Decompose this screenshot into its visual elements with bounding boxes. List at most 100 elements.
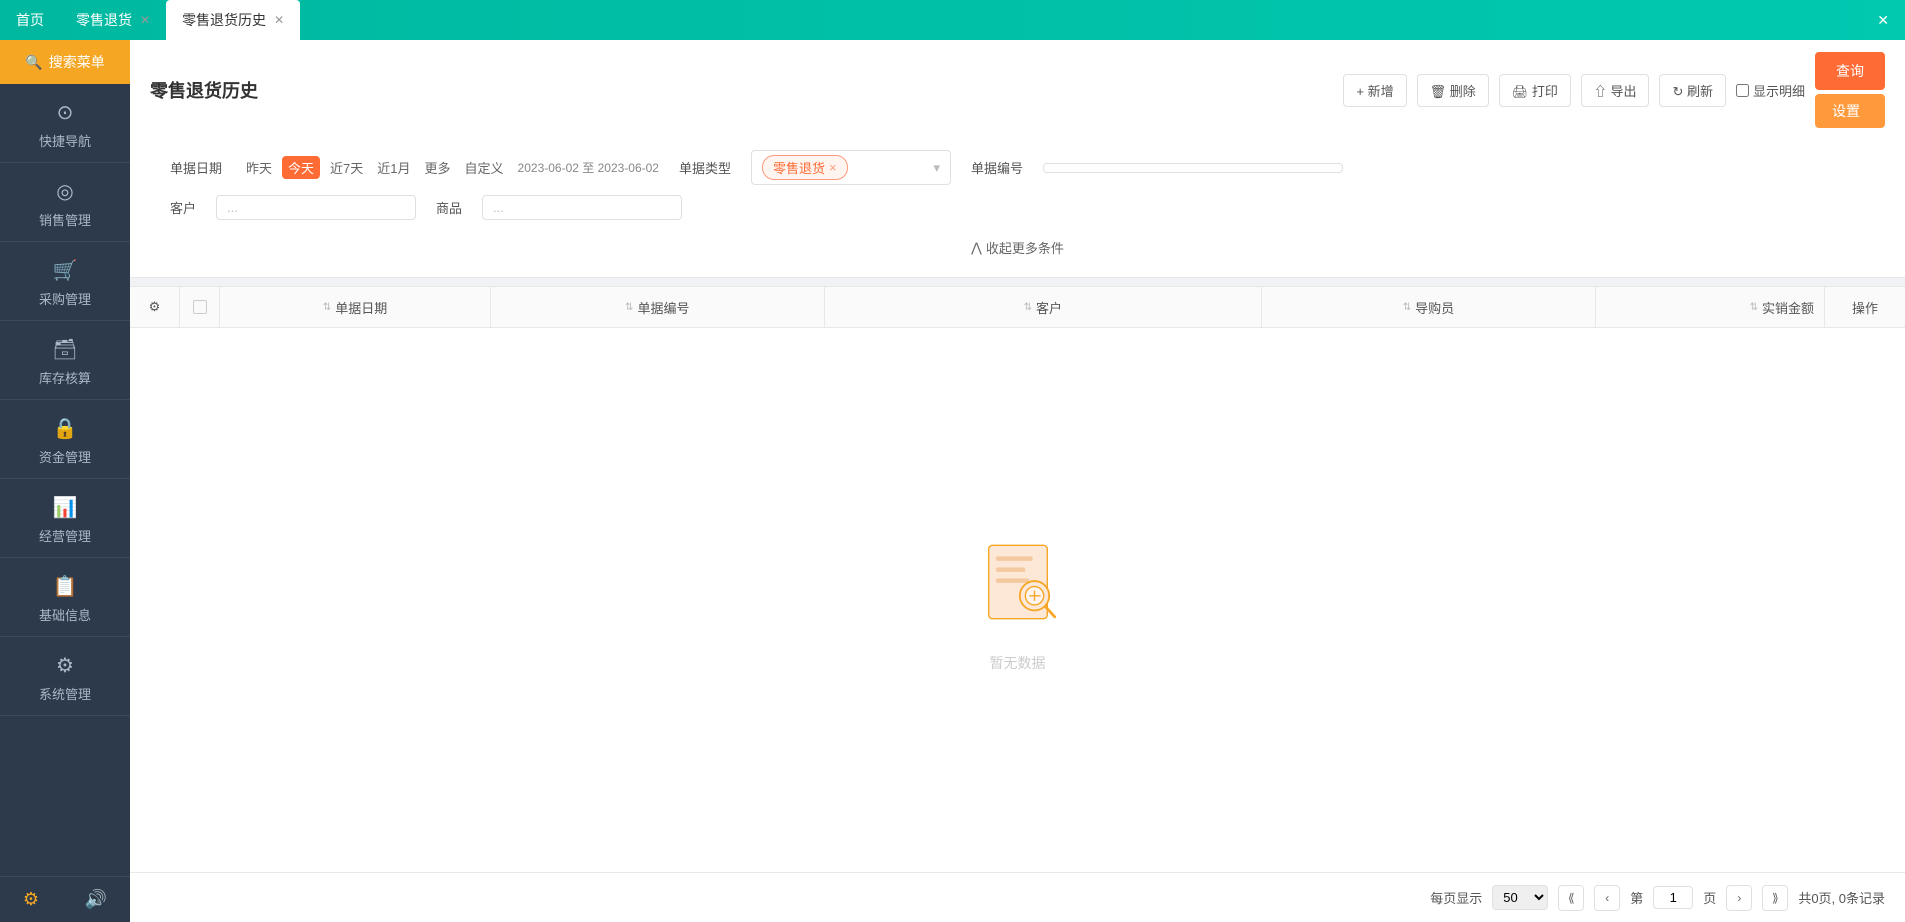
sidebar: 🔍 搜索菜单 ⊙ 快捷导航 ◎ 销售管理 🛒 采购管理 🗃 库存核算 🔒 资金管… — [0, 40, 130, 922]
sort-icon-amount: ⇅ — [1750, 302, 1758, 313]
sidebar-search[interactable]: 🔍 搜索菜单 — [0, 40, 130, 84]
th-doc-no[interactable]: ⇅ 单据编号 — [491, 287, 825, 327]
finance-icon: 🔒 — [53, 416, 78, 441]
header-checkbox[interactable] — [193, 300, 207, 314]
doc-no-input[interactable] — [1043, 163, 1343, 173]
basic-info-icon: 📋 — [53, 574, 78, 599]
sort-icon-guide: ⇅ — [1403, 302, 1411, 313]
sidebar-item-basic-info[interactable]: 📋 基础信息 — [0, 558, 130, 637]
search-icon: 🔍 — [25, 54, 42, 71]
customer-input[interactable]: ... — [216, 195, 416, 220]
main-layout: 🔍 搜索菜单 ⊙ 快捷导航 ◎ 销售管理 🛒 采购管理 🗃 库存核算 🔒 资金管… — [0, 40, 1905, 922]
page-header: 零售退货历史 + 新增 🗑 删除 🖨 打印 ⇧ 导出 ↻ 刷新 显示明细 查询 … — [130, 40, 1905, 278]
next-page-button[interactable]: › — [1726, 885, 1752, 911]
sort-icon-doc-no: ⇅ — [625, 302, 633, 313]
doc-date-label: 单据日期 — [170, 158, 222, 177]
system-icon: ⚙ — [56, 653, 74, 678]
th-doc-date[interactable]: ⇅ 单据日期 — [220, 287, 491, 327]
th-checkbox[interactable] — [180, 287, 220, 327]
collapse-button[interactable]: ⋀ 收起更多条件 — [961, 234, 1074, 261]
display-detail-label[interactable]: 显示明细 — [1736, 81, 1805, 100]
sales-mgmt-icon: ◎ — [56, 179, 73, 204]
content-area: 零售退货历史 + 新增 🗑 删除 🖨 打印 ⇧ 导出 ↻ 刷新 显示明细 查询 … — [130, 40, 1905, 922]
per-page-select[interactable]: 50 10 20 100 — [1492, 885, 1548, 910]
query-button[interactable]: 查询 — [1815, 52, 1885, 90]
export-button[interactable]: ⇧ 导出 — [1581, 74, 1650, 107]
per-page-label: 每页显示 — [1430, 888, 1482, 907]
prev-page-button[interactable]: ‹ — [1594, 885, 1620, 911]
th-settings[interactable]: ⚙ — [130, 287, 180, 327]
date-opt-more[interactable]: 更多 — [421, 156, 455, 179]
goods-label: 商品 — [436, 198, 462, 217]
filter-row-1: 单据日期 昨天 今天 近7天 近1月 更多 自定义 2023-06-02 至 2… — [170, 150, 1865, 185]
tab-retail-return-close[interactable]: ✕ — [140, 13, 150, 27]
tab-retail-return-history-close[interactable]: ✕ — [274, 13, 284, 27]
customer-label: 客户 — [170, 198, 196, 217]
refresh-button[interactable]: ↻ 刷新 — [1659, 74, 1726, 107]
sidebar-item-quick-nav[interactable]: ⊙ 快捷导航 — [0, 84, 130, 163]
doc-type-label: 单据类型 — [679, 158, 731, 177]
tab-retail-return-history[interactable]: 零售退货历史 ✕ — [166, 0, 300, 40]
sidebar-item-system[interactable]: ⚙ 系统管理 — [0, 637, 130, 716]
doc-type-dropdown-icon: ▾ — [933, 160, 940, 176]
th-customer[interactable]: ⇅ 客户 — [825, 287, 1263, 327]
new-button[interactable]: + 新增 — [1343, 74, 1406, 107]
operations-icon: 📊 — [53, 495, 78, 520]
empty-label: 暂无数据 — [990, 653, 1046, 673]
setting-button[interactable]: 设置 — [1815, 94, 1885, 128]
date-opt-1month[interactable]: 近1月 — [373, 156, 414, 179]
settings-column-icon: ⚙ — [149, 299, 161, 315]
last-page-button[interactable]: ⟫ — [1762, 885, 1788, 911]
page-number-input[interactable] — [1653, 886, 1693, 909]
empty-illustration — [963, 527, 1073, 637]
goods-input[interactable]: ... — [482, 195, 682, 220]
sidebar-item-sales-mgmt[interactable]: ◎ 销售管理 — [0, 163, 130, 242]
sidebar-item-inventory[interactable]: 🗃 库存核算 — [0, 321, 130, 400]
tab-retail-return[interactable]: 零售退货 ✕ — [60, 0, 166, 40]
doc-no-label: 单据编号 — [971, 158, 1023, 177]
date-opt-today[interactable]: 今天 — [282, 156, 320, 179]
date-opt-7days[interactable]: 近7天 — [326, 156, 367, 179]
date-opt-yesterday[interactable]: 昨天 — [242, 156, 276, 179]
settings-bottom-icon[interactable]: ⚙ — [23, 889, 39, 910]
first-page-button[interactable]: ⟪ — [1558, 885, 1584, 911]
delete-button[interactable]: 🗑 删除 — [1417, 74, 1489, 107]
sidebar-bottom: ⚙ 🔊 — [0, 876, 130, 922]
top-bar: 首页 零售退货 ✕ 零售退货历史 ✕ ✕ — [0, 0, 1905, 40]
date-opt-custom[interactable]: 自定义 — [461, 156, 508, 179]
th-amount[interactable]: ⇅ 实销金额 — [1596, 287, 1825, 327]
table-header: ⚙ ⇅ 单据日期 ⇅ 单据编号 ⇅ 客户 ⇅ — [130, 286, 1905, 328]
purchase-mgmt-icon: 🛒 — [53, 258, 78, 283]
filter-row-2: 客户 ... 商品 ... — [170, 195, 1865, 220]
top-bar-close[interactable]: ✕ — [1877, 12, 1905, 29]
total-records: 共0页, 0条记录 — [1798, 888, 1885, 907]
sidebar-item-operations[interactable]: 📊 经营管理 — [0, 479, 130, 558]
th-action: 操作 — [1825, 287, 1905, 327]
date-options: 昨天 今天 近7天 近1月 更多 自定义 2023-06-02 至 2023-0… — [242, 156, 659, 179]
sort-icon-left: ⇅ — [323, 302, 331, 313]
page-suffix: 页 — [1703, 888, 1716, 907]
volume-icon[interactable]: 🔊 — [85, 889, 107, 910]
doc-type-tag-close[interactable]: × — [829, 160, 837, 175]
quick-nav-icon: ⊙ — [57, 100, 74, 125]
tab-home[interactable]: 首页 — [0, 0, 60, 40]
empty-state: 暂无数据 — [130, 328, 1905, 872]
sidebar-item-purchase-mgmt[interactable]: 🛒 采购管理 — [0, 242, 130, 321]
sidebar-item-finance[interactable]: 🔒 资金管理 — [0, 400, 130, 479]
query-setting-group: 查询 设置 — [1815, 52, 1885, 128]
collapse-icon: ⋀ — [971, 240, 982, 256]
doc-type-select[interactable]: 零售退货 × ▾ — [751, 150, 951, 185]
table-area: ⚙ ⇅ 单据日期 ⇅ 单据编号 ⇅ 客户 ⇅ — [130, 286, 1905, 872]
page-title: 零售退货历史 — [150, 77, 258, 103]
th-guide[interactable]: ⇅ 导购员 — [1262, 287, 1596, 327]
page-title-row: 零售退货历史 + 新增 🗑 删除 🖨 打印 ⇧ 导出 ↻ 刷新 显示明细 查询 … — [150, 52, 1885, 128]
sort-icon-customer: ⇅ — [1024, 302, 1032, 313]
display-detail-checkbox[interactable] — [1736, 84, 1749, 97]
print-button[interactable]: 🖨 打印 — [1499, 74, 1571, 107]
inventory-icon: 🗃 — [52, 337, 77, 362]
pagination: 每页显示 50 10 20 100 ⟪ ‹ 第 页 › ⟫ 共0页, 0条记录 — [130, 872, 1905, 922]
filter-area: 单据日期 昨天 今天 近7天 近1月 更多 自定义 2023-06-02 至 2… — [150, 140, 1885, 277]
collapse-row: ⋀ 收起更多条件 — [170, 230, 1865, 267]
doc-type-tag: 零售退货 × — [762, 155, 848, 180]
page-label: 第 — [1630, 888, 1643, 907]
